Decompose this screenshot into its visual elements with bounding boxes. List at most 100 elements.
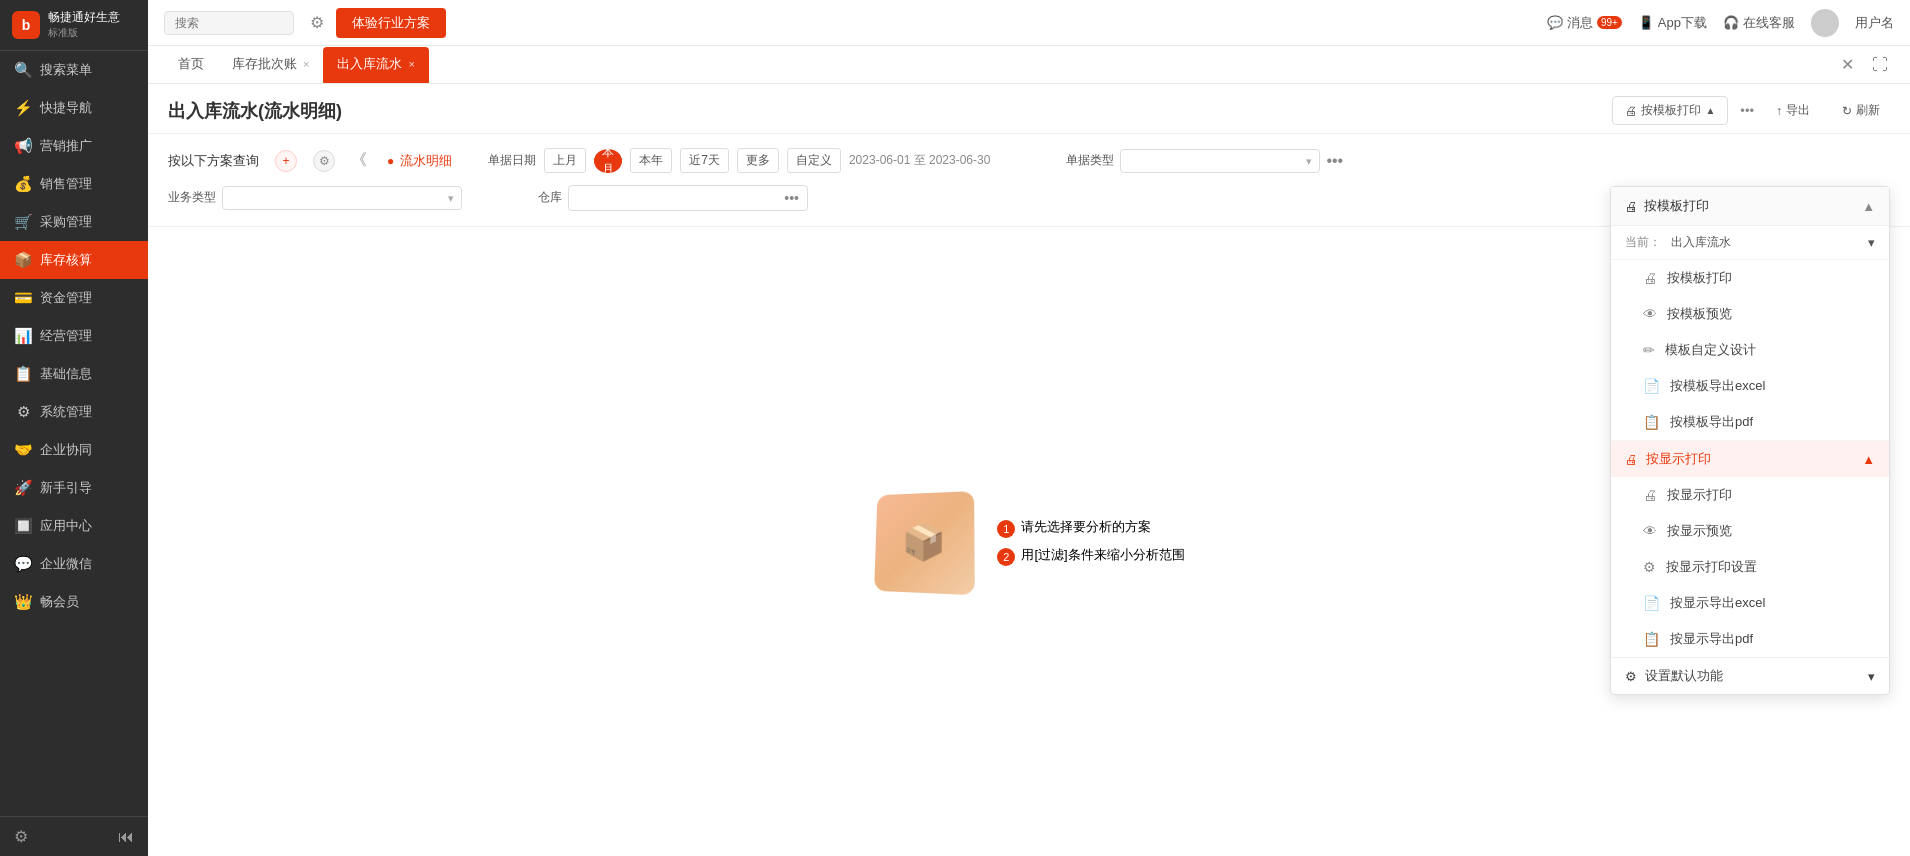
date-btn-custom[interactable]: 自定义 [787, 148, 841, 173]
date-btn-7days[interactable]: 近7天 [680, 148, 729, 173]
sidebar-item-purchase[interactable]: 🛒 采购管理 [0, 203, 148, 241]
footer-label: 设置默认功能 [1645, 667, 1723, 685]
tab-batch-close[interactable]: × [303, 58, 309, 70]
sidebar-item-system[interactable]: ⚙ 系统管理 [0, 393, 148, 431]
topbar-gear-icon[interactable]: ⚙ [310, 13, 324, 32]
warehouse-label: 仓库 [538, 189, 562, 206]
template-preview-icon: 👁 [1643, 306, 1657, 322]
warehouse-field: 仓库 ••• [538, 185, 808, 211]
sidebar-item-operations[interactable]: 📊 经营管理 [0, 317, 148, 355]
settings-icon[interactable]: ⚙ [14, 827, 28, 846]
dropdown-header: 🖨 按模板打印 ▲ [1611, 187, 1889, 226]
template-excel-label: 按模板导出excel [1670, 377, 1765, 395]
sidebar-item-basics[interactable]: 📋 基础信息 [0, 355, 148, 393]
sidebar-item-appcenter[interactable]: 🔲 应用中心 [0, 507, 148, 545]
member-icon: 👑 [14, 593, 32, 611]
voucher-type-more-icon[interactable]: ••• [1326, 152, 1343, 170]
industry-button[interactable]: 体验行业方案 [336, 8, 446, 38]
sidebar-item-sales[interactable]: 💰 销售管理 [0, 165, 148, 203]
user-avatar[interactable] [1811, 9, 1839, 37]
sidebar-item-search[interactable]: 🔍 搜索菜单 [0, 51, 148, 89]
empty-step-2: 2 用[过滤]条件来缩小分析范围 [997, 546, 1184, 566]
template-print-button[interactable]: 🖨 按模板打印 ▲ [1612, 96, 1728, 125]
sidebar-item-finance[interactable]: 💳 资金管理 [0, 279, 148, 317]
wechat-icon: 💬 [14, 555, 32, 573]
tab-home[interactable]: 首页 [164, 47, 218, 83]
more-icon[interactable]: ••• [1740, 103, 1754, 118]
warehouse-more-icon: ••• [784, 190, 799, 206]
messages-badge: 99+ [1597, 16, 1622, 29]
dropdown-chevron-up-icon[interactable]: ▲ [1862, 199, 1875, 214]
template-print-icon: 🖨 [1643, 270, 1657, 286]
sidebar-item-cooperation-label: 企业协同 [40, 441, 92, 459]
date-btn-this-year[interactable]: 本年 [630, 148, 672, 173]
dropdown-template-excel[interactable]: 📄 按模板导出excel [1611, 368, 1889, 404]
dropdown-template-preview[interactable]: 👁 按模板预览 [1611, 296, 1889, 332]
voucher-type-select-wrap [1120, 149, 1320, 173]
dropdown-display-print[interactable]: 🖨 按显示打印 [1611, 477, 1889, 513]
current-template-name: 出入库流水 [1671, 234, 1731, 251]
refresh-label: 刷新 [1856, 102, 1880, 119]
voucher-type-select[interactable] [1120, 149, 1320, 173]
dropdown-current-item[interactable]: 当前： 出入库流水 ▾ [1611, 226, 1889, 260]
online-service-label: 在线客服 [1743, 14, 1795, 32]
sidebar-item-inventory[interactable]: 📦 库存核算 [0, 241, 148, 279]
dropdown-template-print[interactable]: 🖨 按模板打印 [1611, 260, 1889, 296]
tab-flow-label: 出入库流水 [337, 55, 402, 73]
filter-add-button[interactable]: + [275, 150, 297, 172]
online-service-item[interactable]: 🎧 在线客服 [1723, 14, 1795, 32]
empty-steps: 1 请先选择要分析的方案 2 用[过滤]条件来缩小分析范围 [997, 518, 1184, 566]
date-btn-more[interactable]: 更多 [737, 148, 779, 173]
dropdown-print-icon: 🖨 [1625, 199, 1638, 214]
template-excel-icon: 📄 [1643, 378, 1660, 394]
dropdown-display-settings[interactable]: ⚙ 按显示打印设置 [1611, 549, 1889, 585]
purchase-icon: 🛒 [14, 213, 32, 231]
dropdown-footer[interactable]: ⚙ 设置默认功能 ▾ [1611, 657, 1889, 694]
dropdown-display-pdf[interactable]: 📋 按显示导出pdf [1611, 621, 1889, 657]
dropdown-display-excel[interactable]: 📄 按显示导出excel [1611, 585, 1889, 621]
display-section-chevron: ▲ [1862, 452, 1875, 467]
dropdown-header-label: 按模板打印 [1644, 197, 1709, 215]
step1-text: 请先选择要分析的方案 [1021, 518, 1151, 536]
filter-gear-button[interactable]: ⚙ [313, 150, 335, 172]
active-filter-label[interactable]: 流水明细 [400, 152, 452, 170]
search-input[interactable] [164, 11, 294, 35]
maximize-icon[interactable]: ⛶ [1866, 54, 1894, 76]
sidebar-item-wechat[interactable]: 💬 企业微信 [0, 545, 148, 583]
app-download-item[interactable]: 📱 App下载 [1638, 14, 1707, 32]
search-icon: 🔍 [14, 61, 32, 79]
tab-flow-close[interactable]: × [408, 58, 414, 70]
system-icon: ⚙ [14, 403, 32, 421]
refresh-button[interactable]: ↻ 刷新 [1832, 97, 1890, 124]
filter-collapse-icon[interactable]: 《 [351, 150, 367, 171]
dropdown-template-pdf[interactable]: 📋 按模板导出pdf [1611, 404, 1889, 440]
tab-batch-label: 库存批次账 [232, 55, 297, 73]
voucher-type-label: 单据类型 [1066, 152, 1114, 169]
sidebar-item-purchase-label: 采购管理 [40, 213, 92, 231]
dropdown-template-design[interactable]: ✏ 模板自定义设计 [1611, 332, 1889, 368]
close-tab-icon[interactable]: ✕ [1835, 53, 1860, 76]
sidebar-item-guide[interactable]: 🚀 新手引导 [0, 469, 148, 507]
logo-icon: b [12, 11, 40, 39]
display-preview-icon: 👁 [1643, 523, 1657, 539]
sidebar-item-member[interactable]: 👑 畅会员 [0, 583, 148, 621]
messages-item[interactable]: 💬 消息 99+ [1547, 14, 1622, 32]
sidebar-nav: 🔍 搜索菜单 ⚡ 快捷导航 📢 营销推广 💰 销售管理 🛒 采购管理 📦 库存核… [0, 51, 148, 816]
collapse-sidebar-icon[interactable]: ⏮ [118, 828, 134, 846]
sidebar-item-cooperation[interactable]: 🤝 企业协同 [0, 431, 148, 469]
tab-flow[interactable]: 出入库流水 × [323, 47, 428, 83]
date-btn-last-month[interactable]: 上月 [544, 148, 586, 173]
sidebar-item-marketing[interactable]: 📢 营销推广 [0, 127, 148, 165]
display-pdf-icon: 📋 [1643, 631, 1660, 647]
business-type-select[interactable] [222, 186, 462, 210]
date-section: 单据日期 上月 本月 本年 近7天 更多 自定义 2023-06-01 至 20… [488, 148, 990, 173]
tab-batch[interactable]: 库存批次账 × [218, 47, 323, 83]
dropdown-display-preview[interactable]: 👁 按显示预览 [1611, 513, 1889, 549]
sidebar-item-finance-label: 资金管理 [40, 289, 92, 307]
page-header: 出入库流水(流水明细) 🖨 按模板打印 ▲ ••• ↑ 导出 ↻ 刷新 🖨 [148, 84, 1910, 134]
date-btn-this-month[interactable]: 本月 [594, 149, 622, 173]
warehouse-input-wrap[interactable]: ••• [568, 185, 808, 211]
export-button[interactable]: ↑ 导出 [1766, 97, 1820, 124]
sidebar-item-quick-nav[interactable]: ⚡ 快捷导航 [0, 89, 148, 127]
dropdown-display-section-header[interactable]: 🖨 按显示打印 ▲ [1611, 441, 1889, 477]
